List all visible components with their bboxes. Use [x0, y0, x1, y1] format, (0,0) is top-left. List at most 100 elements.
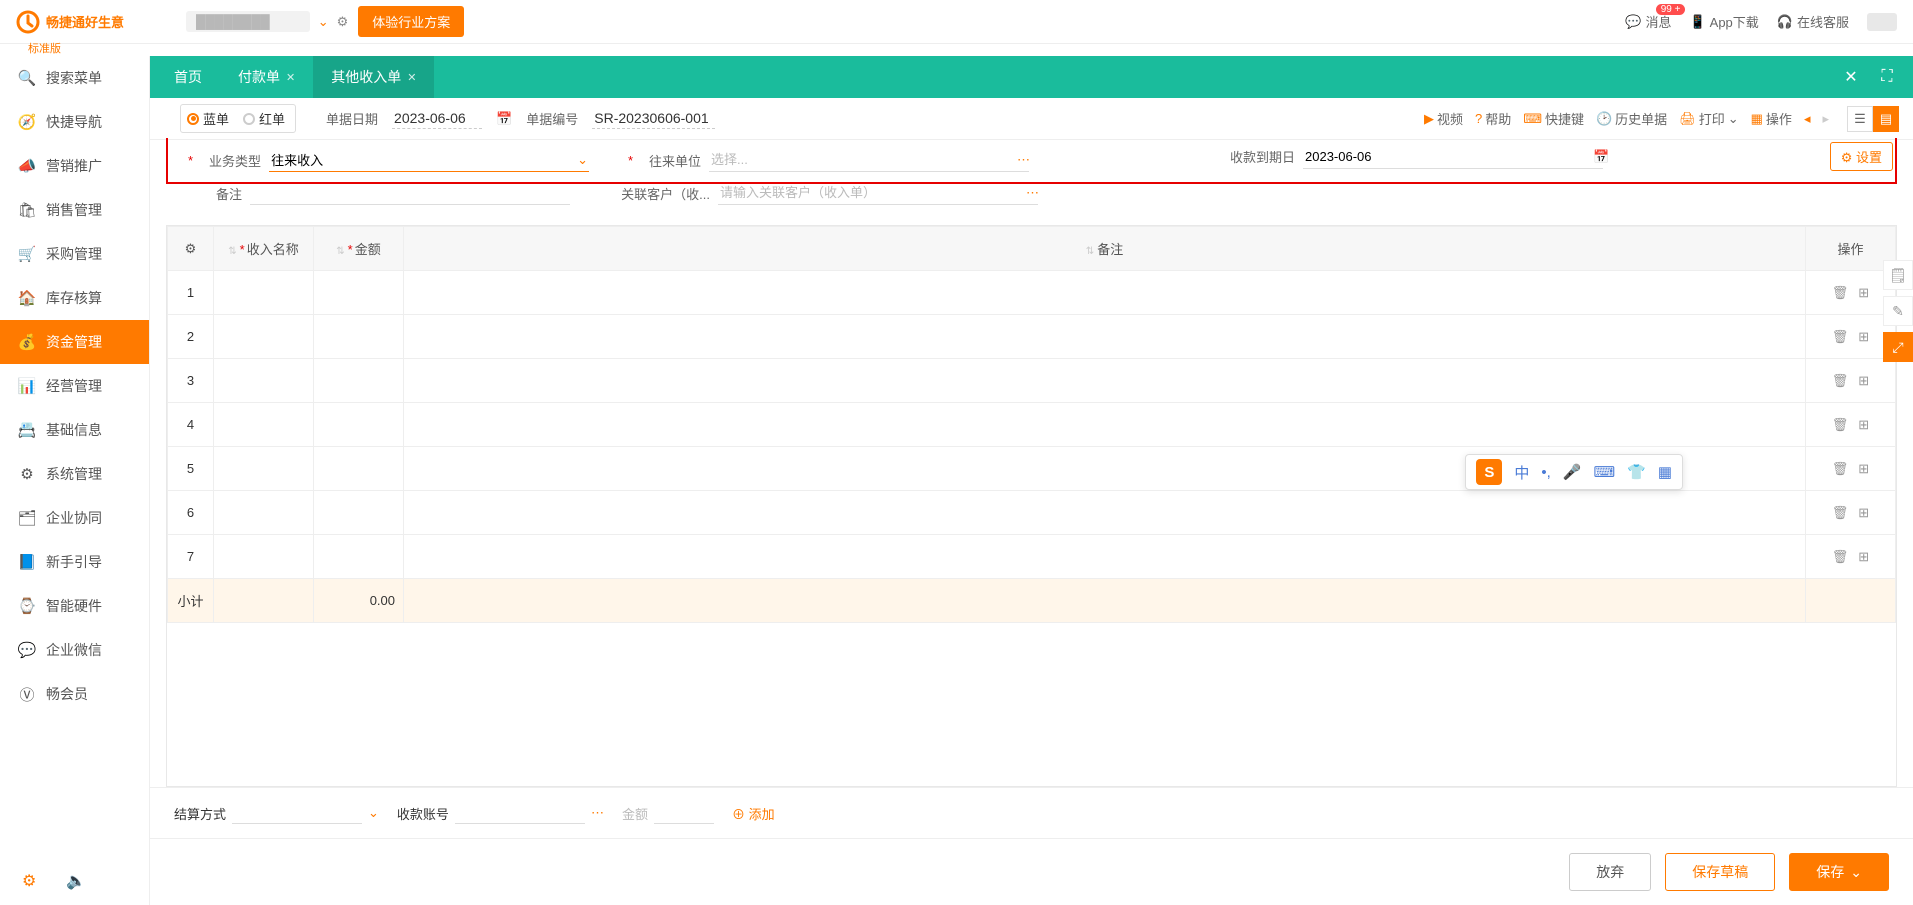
support-link[interactable]: 🎧 在线客服 — [1777, 12, 1849, 31]
biz-type-input[interactable] — [269, 148, 589, 172]
radio-blue[interactable]: 蓝单 — [187, 109, 229, 128]
sidebar-icon: 🔍 — [18, 69, 36, 87]
sidebar-item-0[interactable]: 🔍搜索菜单 — [0, 56, 149, 100]
app-download-link[interactable]: 📱 App下载 — [1689, 12, 1758, 31]
sidebar-item-13[interactable]: 💬企业微信 — [0, 628, 149, 672]
tb-history[interactable]: 🕑历史单据 — [1596, 109, 1667, 128]
more-icon[interactable]: ⋯ — [1026, 185, 1041, 201]
unit-input[interactable] — [709, 148, 1029, 172]
pay-method-input[interactable] — [232, 802, 362, 824]
ime-keyboard-icon[interactable]: ⌨ — [1593, 463, 1615, 481]
tab-2[interactable]: 其他收入单✕ — [313, 56, 434, 98]
tab-0[interactable]: 首页 — [156, 56, 220, 98]
collapse-icon[interactable]: 🔈 — [66, 871, 86, 891]
add-row-icon[interactable]: ⊞ — [1858, 505, 1869, 521]
sidebar-item-1[interactable]: 🧭快捷导航 — [0, 100, 149, 144]
field-pay-account: 收款账号 ⋯ — [397, 802, 604, 824]
save-draft-button[interactable]: 保存草稿 — [1665, 853, 1775, 891]
view-detail-button[interactable]: ▤ — [1873, 106, 1899, 132]
sidebar-item-8[interactable]: 📇基础信息 — [0, 408, 149, 452]
ime-lang[interactable]: 中 — [1514, 462, 1529, 483]
table-row[interactable]: 6🗑⊞ — [168, 491, 1896, 535]
sidebar-item-7[interactable]: 📊经营管理 — [0, 364, 149, 408]
tab-1[interactable]: 付款单✕ — [220, 56, 313, 98]
user-avatar[interactable] — [1867, 13, 1897, 31]
footer-actions: 放弃 保存草稿 保存⌄ — [150, 838, 1913, 905]
edge-note-icon[interactable]: 🗒 — [1883, 260, 1913, 290]
calendar-icon[interactable]: 📅 — [496, 111, 512, 127]
sidebar-item-14[interactable]: Ⓥ畅会员 — [0, 672, 149, 716]
edge-expand-icon[interactable]: ⤢ — [1883, 332, 1913, 362]
pay-account-input[interactable] — [455, 802, 585, 824]
add-row-icon[interactable]: ⊞ — [1858, 329, 1869, 345]
company-switcher[interactable]: ████████ ⌄ ⚙ — [186, 11, 348, 32]
nav-prev-icon[interactable]: ◂ — [1804, 111, 1811, 127]
delete-row-icon[interactable]: 🗑 — [1832, 461, 1849, 477]
add-row-icon[interactable]: ⊞ — [1858, 461, 1869, 477]
sidebar-item-label: 采购管理 — [46, 244, 102, 264]
pay-amount-input[interactable] — [654, 802, 714, 824]
table-row[interactable]: 4🗑⊞ — [168, 403, 1896, 447]
add-payment-button[interactable]: ⊕ 添加 — [732, 804, 775, 823]
sidebar-item-10[interactable]: 🗂企业协同 — [0, 496, 149, 540]
doc-date-value[interactable]: 2023-06-06 — [392, 108, 482, 129]
sidebar-item-11[interactable]: 📘新手引导 — [0, 540, 149, 584]
table-row[interactable]: 2🗑⊞ — [168, 315, 1896, 359]
sidebar-item-2[interactable]: 📣营销推广 — [0, 144, 149, 188]
discard-button[interactable]: 放弃 — [1569, 853, 1651, 891]
messages-link[interactable]: 💬 消息 99 + — [1625, 12, 1671, 31]
delete-row-icon[interactable]: 🗑 — [1832, 373, 1849, 389]
edge-edit-icon[interactable]: ✎ — [1883, 296, 1913, 326]
col-income-name[interactable]: ⇅*收入名称 — [214, 227, 314, 271]
chevron-down-icon[interactable]: ⌄ — [577, 152, 588, 168]
nav-next-icon[interactable]: ▸ — [1822, 111, 1829, 127]
close-icon[interactable]: ✕ — [286, 71, 295, 84]
save-button[interactable]: 保存⌄ — [1789, 853, 1889, 891]
close-icon[interactable]: ✕ — [407, 71, 416, 84]
delete-row-icon[interactable]: 🗑 — [1832, 417, 1849, 433]
add-row-icon[interactable]: ⊞ — [1858, 373, 1869, 389]
ime-mic-icon[interactable]: 🎤 — [1563, 463, 1582, 481]
experience-button[interactable]: 体验行业方案 — [358, 6, 464, 37]
print-icon: 🖨 — [1679, 111, 1696, 127]
sidebar-item-3[interactable]: 🛍销售管理 — [0, 188, 149, 232]
settings-icon[interactable]: ⚙ — [22, 871, 36, 891]
more-icon[interactable]: ⋯ — [1017, 152, 1032, 168]
ime-menu-icon[interactable]: ▦ — [1658, 463, 1672, 481]
delete-row-icon[interactable]: 🗑 — [1832, 549, 1849, 565]
add-row-icon[interactable]: ⊞ — [1858, 285, 1869, 301]
col-remark[interactable]: ⇅备注 — [404, 227, 1806, 271]
ime-punct-icon[interactable]: •, — [1541, 464, 1550, 481]
sidebar-item-12[interactable]: ⌚智能硬件 — [0, 584, 149, 628]
table-row[interactable]: 1🗑⊞ — [168, 271, 1896, 315]
fullscreen-icon[interactable]: ⛶ — [1871, 61, 1903, 93]
ime-toolbar[interactable]: S 中 •, 🎤 ⌨ 👕 ▦ — [1465, 454, 1683, 490]
more-icon[interactable]: ⋯ — [591, 805, 604, 821]
chevron-down-icon[interactable]: ⌄ — [368, 805, 379, 821]
radio-red[interactable]: 红单 — [243, 109, 285, 128]
add-row-icon[interactable]: ⊞ — [1858, 549, 1869, 565]
related-customer-input[interactable] — [718, 181, 1038, 205]
delete-row-icon[interactable]: 🗑 — [1832, 505, 1849, 521]
tb-print[interactable]: 🖨打印 ⌄ — [1679, 109, 1738, 128]
sidebar-item-6[interactable]: 💰资金管理 — [0, 320, 149, 364]
delete-row-icon[interactable]: 🗑 — [1832, 285, 1849, 301]
view-list-button[interactable]: ☰ — [1847, 106, 1873, 132]
tb-video[interactable]: ▶视频 — [1424, 109, 1463, 128]
ime-skin-icon[interactable]: 👕 — [1627, 463, 1646, 481]
tb-shortcut[interactable]: ⌨快捷键 — [1523, 109, 1584, 128]
sidebar-item-4[interactable]: 🛒采购管理 — [0, 232, 149, 276]
sidebar-item-5[interactable]: 🏠库存核算 — [0, 276, 149, 320]
remark-input[interactable] — [250, 181, 570, 205]
tab-close-all-icon[interactable]: ✕ — [1835, 61, 1867, 93]
delete-row-icon[interactable]: 🗑 — [1832, 329, 1849, 345]
table-row[interactable]: 3🗑⊞ — [168, 359, 1896, 403]
col-gear[interactable]: ⚙ — [168, 227, 214, 271]
col-amount[interactable]: ⇅*金额 — [314, 227, 404, 271]
add-row-icon[interactable]: ⊞ — [1858, 417, 1869, 433]
tb-help[interactable]: ?帮助 — [1475, 109, 1511, 128]
tb-action[interactable]: ▦操作 — [1751, 109, 1792, 128]
table-row[interactable]: 7🗑⊞ — [168, 535, 1896, 579]
gear-icon[interactable]: ⚙ — [337, 14, 349, 30]
sidebar-item-9[interactable]: ⚙系统管理 — [0, 452, 149, 496]
